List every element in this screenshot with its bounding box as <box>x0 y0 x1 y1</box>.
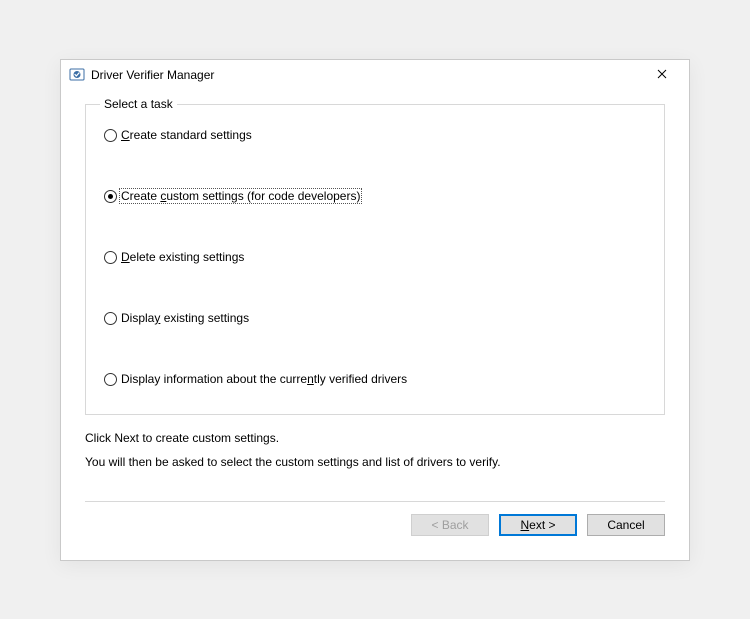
radio-indicator <box>104 251 117 264</box>
radio-delete-existing[interactable]: Delete existing settings <box>104 251 646 264</box>
help-line-2: You will then be asked to select the cus… <box>85 455 665 469</box>
button-row: < Back Next > Cancel <box>85 514 665 540</box>
task-radio-group: Create standard settings Create custom s… <box>104 129 646 386</box>
back-button: < Back <box>411 514 489 536</box>
radio-create-custom[interactable]: Create custom settings (for code develop… <box>104 190 646 203</box>
radio-indicator <box>104 129 117 142</box>
help-text: Click Next to create custom settings. Yo… <box>85 431 665 469</box>
task-fieldset: Select a task Create standard settings C… <box>85 104 665 415</box>
radio-create-standard[interactable]: Create standard settings <box>104 129 646 142</box>
dialog-window: Driver Verifier Manager Select a task Cr… <box>60 59 690 561</box>
separator <box>85 501 665 502</box>
radio-indicator <box>104 373 117 386</box>
close-button[interactable] <box>641 60 683 89</box>
titlebar: Driver Verifier Manager <box>61 60 689 90</box>
radio-label: Create custom settings (for code develop… <box>121 190 360 202</box>
help-line-1: Click Next to create custom settings. <box>85 431 665 445</box>
next-button[interactable]: Next > <box>499 514 577 536</box>
window-title: Driver Verifier Manager <box>91 68 214 82</box>
radio-display-existing[interactable]: Display existing settings <box>104 312 646 325</box>
app-icon <box>69 67 85 83</box>
radio-label: Display existing settings <box>121 312 249 324</box>
radio-label: Create standard settings <box>121 129 252 141</box>
radio-label: Display information about the currently … <box>121 373 407 385</box>
dialog-content: Select a task Create standard settings C… <box>61 90 689 560</box>
fieldset-legend: Select a task <box>100 97 177 111</box>
radio-display-verified-info[interactable]: Display information about the currently … <box>104 373 646 386</box>
radio-indicator <box>104 312 117 325</box>
radio-label: Delete existing settings <box>121 251 244 263</box>
radio-indicator <box>104 190 117 203</box>
cancel-button[interactable]: Cancel <box>587 514 665 536</box>
